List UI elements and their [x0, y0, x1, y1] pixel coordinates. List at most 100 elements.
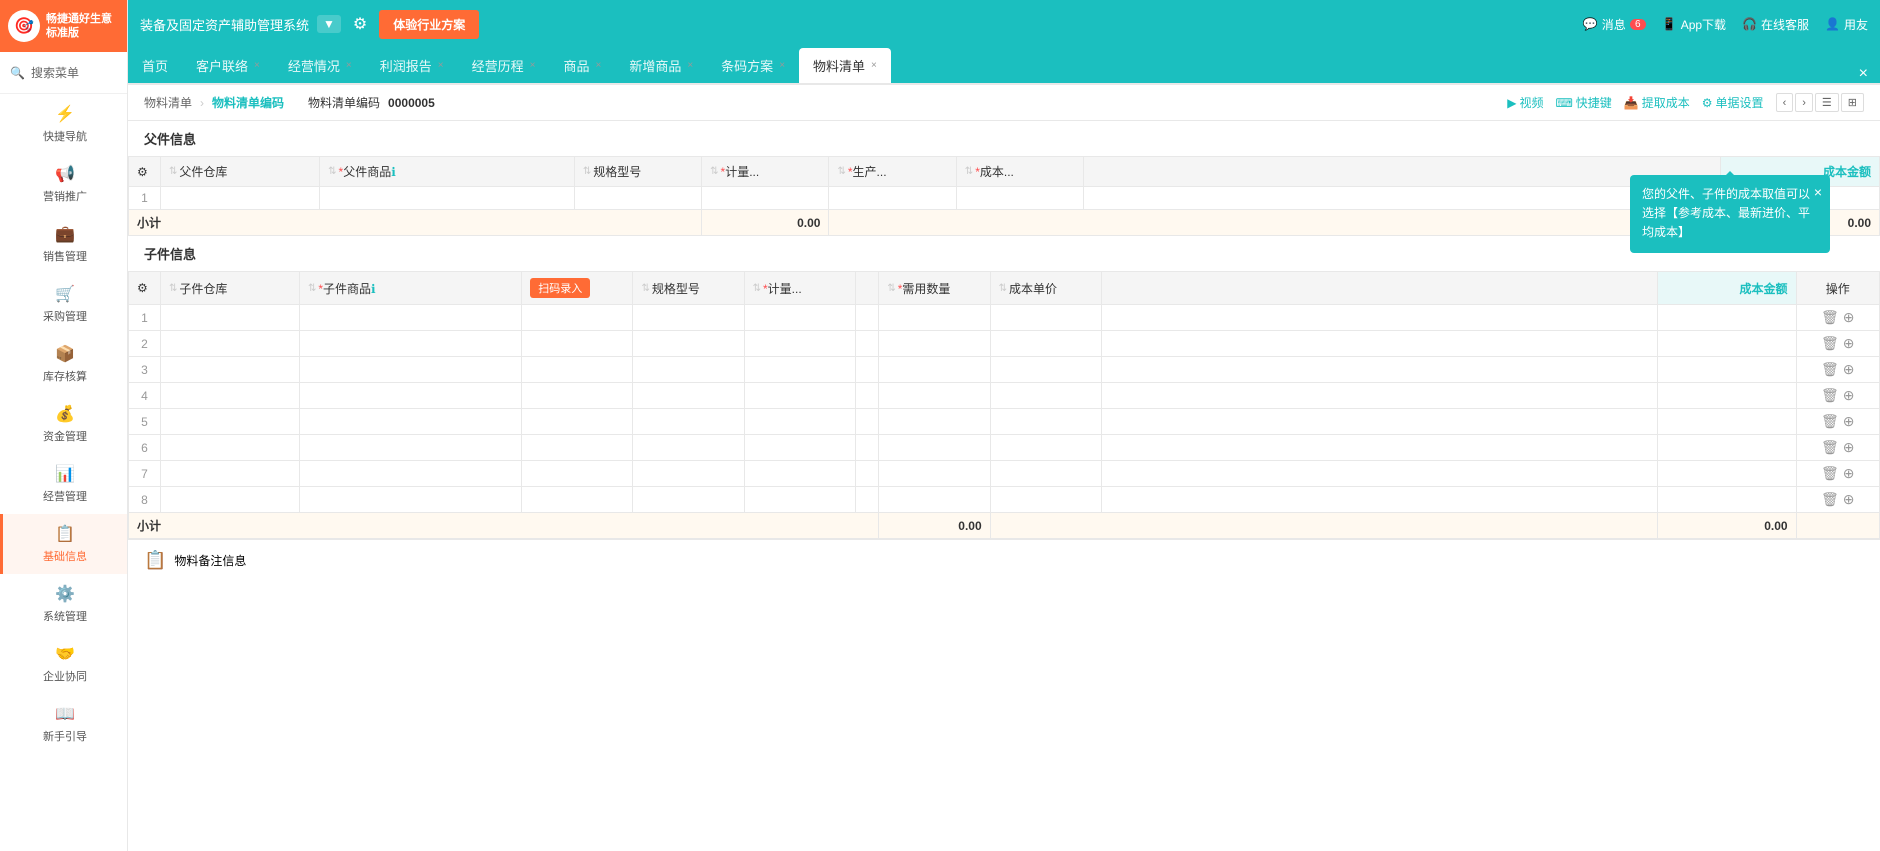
tab-close-icon[interactable]: × — [779, 60, 785, 71]
tab-profit[interactable]: 利润报告 × — [366, 48, 458, 85]
child-spec-cell[interactable] — [633, 383, 744, 409]
child-unit-cell[interactable] — [744, 305, 855, 331]
child-unit-cost-cell[interactable] — [990, 409, 1101, 435]
parent-unit-cell[interactable] — [702, 187, 829, 210]
copy-icon[interactable]: ⊕ — [1843, 413, 1855, 430]
child-spec-cell[interactable] — [633, 409, 744, 435]
child-spec-cell[interactable] — [633, 331, 744, 357]
tab-close-icon[interactable]: × — [530, 60, 536, 71]
parent-spec-cell[interactable] — [574, 187, 701, 210]
child-spec-cell[interactable] — [633, 305, 744, 331]
child-product-cell[interactable] — [299, 331, 521, 357]
child-quantity-cell[interactable] — [879, 305, 990, 331]
child-warehouse-cell[interactable] — [161, 383, 300, 409]
copy-icon[interactable]: ⊕ — [1843, 361, 1855, 378]
copy-icon[interactable]: ⊕ — [1843, 439, 1855, 456]
tab-close-icon[interactable]: × — [871, 60, 877, 71]
child-unit-cost-cell[interactable] — [990, 487, 1101, 513]
child-unit-cost-cell[interactable] — [990, 331, 1101, 357]
child-spec-cell[interactable] — [633, 487, 744, 513]
child-unit-cell[interactable] — [744, 487, 855, 513]
delete-icon[interactable]: 🗑 — [1821, 361, 1839, 378]
child-col-settings[interactable]: ⚙ — [129, 272, 161, 305]
user-button[interactable]: 👤 用友 — [1825, 16, 1868, 33]
child-unit-cost-cell[interactable] — [990, 383, 1101, 409]
child-quantity-cell[interactable] — [879, 435, 990, 461]
extract-cost-button[interactable]: 📥 提取成本 — [1624, 94, 1690, 111]
child-warehouse-cell[interactable] — [161, 357, 300, 383]
child-unit-cell[interactable] — [744, 461, 855, 487]
sidebar-item-inventory[interactable]: 📦 库存核算 — [0, 334, 127, 394]
scan-input-button[interactable]: 扫码录入 — [530, 278, 590, 298]
child-spec-cell[interactable] — [633, 461, 744, 487]
online-service-button[interactable]: 🎧 在线客服 — [1742, 16, 1809, 33]
child-quantity-cell[interactable] — [879, 383, 990, 409]
copy-icon[interactable]: ⊕ — [1843, 465, 1855, 482]
child-product-cell[interactable] — [299, 461, 521, 487]
tab-history[interactable]: 经营历程 × — [458, 48, 550, 85]
tab-bom[interactable]: 物料清单 × — [799, 48, 891, 85]
breadcrumb-bom-edit[interactable]: 物料清单编码 — [212, 94, 284, 111]
trial-button[interactable]: 体验行业方案 — [379, 10, 479, 39]
tab-operation[interactable]: 经营情况 × — [274, 48, 366, 85]
child-unit-cost-cell[interactable] — [990, 305, 1101, 331]
tab-close-icon[interactable]: × — [595, 60, 601, 71]
child-quantity-cell[interactable] — [879, 357, 990, 383]
parent-cost-cell[interactable] — [956, 187, 1083, 210]
child-unit-cost-cell[interactable] — [990, 435, 1101, 461]
search-menu-button[interactable]: 🔍 搜索菜单 — [8, 60, 119, 85]
breadcrumb-bom[interactable]: 物料清单 — [144, 94, 192, 111]
expand-button[interactable]: ⊞ — [1841, 93, 1864, 112]
child-warehouse-cell[interactable] — [161, 305, 300, 331]
sidebar-item-guide[interactable]: 📖 新手引导 — [0, 694, 127, 754]
sidebar-item-purchase[interactable]: 🛒 采购管理 — [0, 274, 127, 334]
parent-col-settings[interactable]: ⚙ — [129, 157, 161, 187]
copy-icon[interactable]: ⊕ — [1843, 309, 1855, 326]
child-product-cell[interactable] — [299, 305, 521, 331]
tooltip-close-button[interactable]: × — [1814, 181, 1822, 203]
tab-close-icon[interactable]: × — [254, 60, 260, 71]
delete-icon[interactable]: 🗑 — [1821, 387, 1839, 404]
child-unit-cell[interactable] — [744, 357, 855, 383]
child-spec-cell[interactable] — [633, 357, 744, 383]
copy-icon[interactable]: ⊕ — [1843, 335, 1855, 352]
tab-customer[interactable]: 客户联络 × — [182, 48, 274, 85]
child-quantity-cell[interactable] — [879, 487, 990, 513]
child-unit-cost-cell[interactable] — [990, 461, 1101, 487]
child-warehouse-cell[interactable] — [161, 409, 300, 435]
sidebar-item-marketing[interactable]: 📢 营销推广 — [0, 154, 127, 214]
parent-warehouse-cell[interactable] — [161, 187, 320, 210]
sidebar-item-basic-info[interactable]: 📋 基础信息 — [0, 514, 127, 574]
menu-button[interactable]: ☰ — [1815, 93, 1839, 112]
delete-icon[interactable]: 🗑 — [1821, 439, 1839, 456]
delete-icon[interactable]: 🗑 — [1821, 491, 1839, 508]
delete-icon[interactable]: 🗑 — [1821, 465, 1839, 482]
child-product-cell[interactable] — [299, 409, 521, 435]
child-product-cell[interactable] — [299, 383, 521, 409]
prev-button[interactable]: ‹ — [1776, 93, 1794, 112]
sidebar-item-finance[interactable]: 💰 资金管理 — [0, 394, 127, 454]
tab-home[interactable]: 首页 — [128, 48, 182, 85]
tab-close-icon[interactable]: × — [346, 60, 352, 71]
child-quantity-cell[interactable] — [879, 461, 990, 487]
settings-button[interactable]: ⚙ — [349, 10, 371, 38]
child-unit-cell[interactable] — [744, 409, 855, 435]
shortcut-button[interactable]: ⌨ 快捷键 — [1555, 94, 1611, 111]
single-settings-button[interactable]: ⚙ 单据设置 — [1702, 94, 1764, 111]
child-unit-cell[interactable] — [744, 435, 855, 461]
child-spec-cell[interactable] — [633, 435, 744, 461]
app-download-button[interactable]: 📱 App下载 — [1662, 16, 1726, 33]
message-button[interactable]: 💬 消息 6 — [1583, 16, 1646, 33]
system-dropdown-button[interactable]: ▼ — [317, 15, 341, 33]
parent-product-cell[interactable] — [320, 187, 575, 210]
view-video-button[interactable]: ▶ 视频 — [1507, 94, 1543, 111]
tab-barcode[interactable]: 条码方案 × — [707, 48, 799, 85]
next-button[interactable]: › — [1795, 93, 1813, 112]
sidebar-item-enterprise[interactable]: 🤝 企业协同 — [0, 634, 127, 694]
copy-icon[interactable]: ⊕ — [1843, 491, 1855, 508]
child-warehouse-cell[interactable] — [161, 331, 300, 357]
tab-close-icon[interactable]: × — [687, 60, 693, 71]
copy-icon[interactable]: ⊕ — [1843, 387, 1855, 404]
sidebar-item-system[interactable]: ⚙️ 系统管理 — [0, 574, 127, 634]
sidebar-item-quicknav[interactable]: ⚡ 快捷导航 — [0, 94, 127, 154]
